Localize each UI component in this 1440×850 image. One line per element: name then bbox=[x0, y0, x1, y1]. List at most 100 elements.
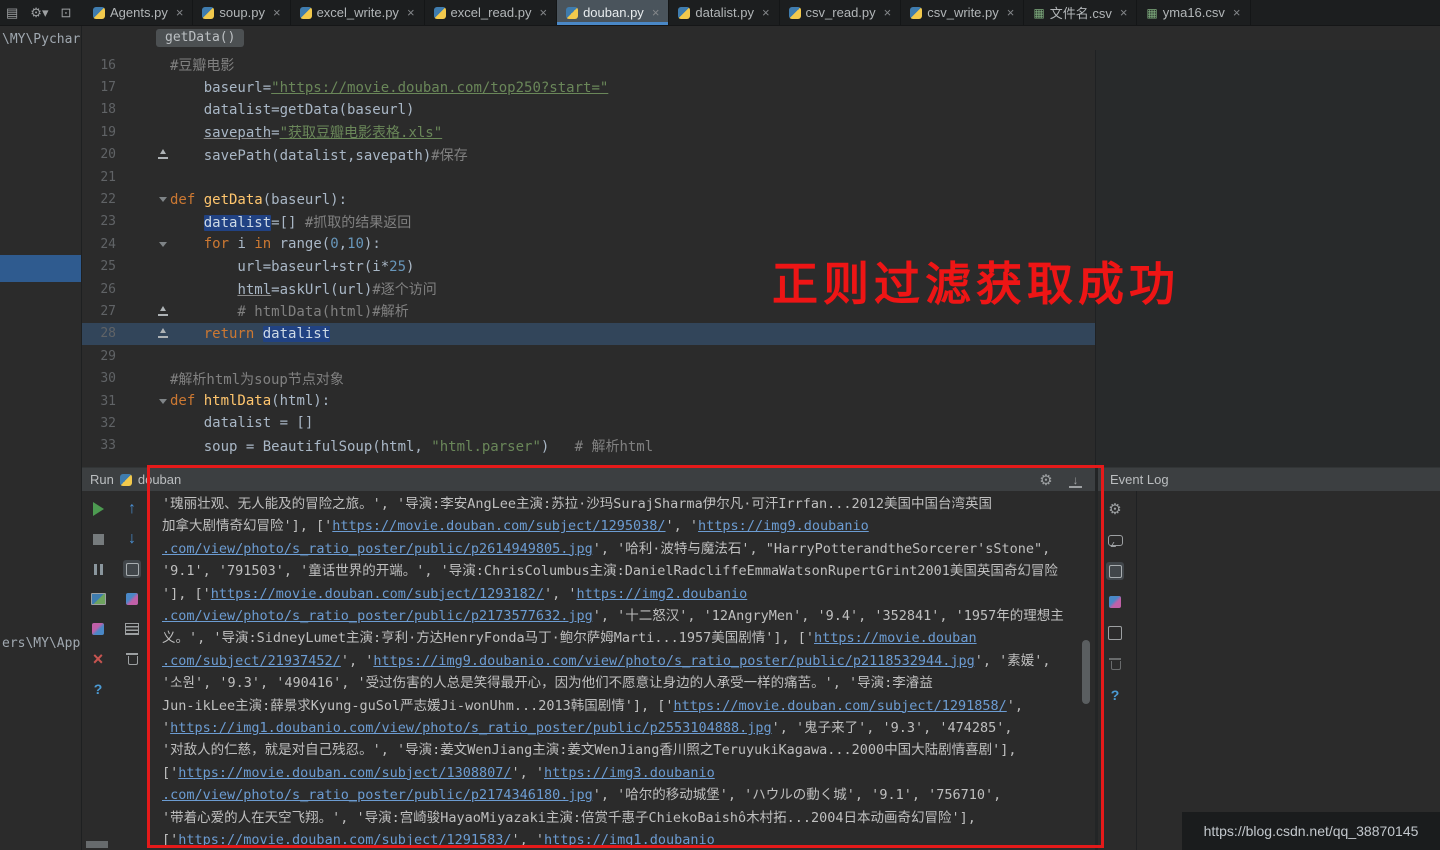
code-line-32[interactable]: 32 datalist = [] bbox=[82, 412, 1095, 434]
code-line-21[interactable]: 21 bbox=[82, 166, 1095, 188]
pause-output-button[interactable] bbox=[88, 559, 108, 579]
console-link[interactable]: .com/view/photo/s_ratio_poster/public/p2… bbox=[162, 608, 593, 624]
code-line-30[interactable]: 30 #解析html为soup节点对象 bbox=[82, 367, 1095, 389]
event-log-header[interactable]: Event Log bbox=[1095, 467, 1440, 491]
code-line-23[interactable]: 23 datalist=[] #抓取的结果返回 bbox=[82, 211, 1095, 233]
fold-arrow-icon[interactable] bbox=[159, 398, 167, 404]
close-tab-button[interactable]: × bbox=[88, 649, 108, 669]
tab-csv_read.py[interactable]: csv_read.py × bbox=[780, 0, 902, 25]
rerun-button[interactable] bbox=[88, 499, 108, 519]
event-log-title: Event Log bbox=[1110, 472, 1169, 487]
scroll-to-end-icon-shape: ↓ bbox=[1069, 473, 1082, 488]
tab-Agents.py[interactable]: Agents.py × bbox=[84, 0, 194, 25]
balloon-notifications-icon[interactable] bbox=[1105, 530, 1125, 550]
tab-excel_write.py[interactable]: excel_write.py × bbox=[291, 0, 425, 25]
tab-label: csv_read.py bbox=[805, 5, 876, 20]
tab-datalist.py[interactable]: datalist.py × bbox=[669, 0, 780, 25]
console-scrollbar[interactable] bbox=[1082, 640, 1090, 704]
restore-layout-button[interactable] bbox=[122, 559, 142, 579]
fold-arrow-icon[interactable] bbox=[159, 197, 167, 203]
split-editor-icon[interactable]: ⊡ bbox=[60, 5, 71, 21]
console-link[interactable]: https://movie.douban bbox=[814, 630, 977, 646]
console-link[interactable]: https://img3.doubanio bbox=[544, 765, 715, 781]
console-link[interactable]: .com/view/photo/s_ratio_poster/public/p2… bbox=[162, 787, 593, 803]
console-link[interactable]: https://movie.douban.com/subject/1308807… bbox=[178, 765, 511, 781]
tab-excel_read.py[interactable]: excel_read.py × bbox=[425, 0, 558, 25]
tab-yma16.csv[interactable]: ▦ yma16.csv × bbox=[1137, 0, 1251, 25]
console-link[interactable]: https://movie.douban.com/subject/1293182… bbox=[211, 586, 544, 602]
tab-close-icon[interactable]: × bbox=[884, 5, 892, 20]
tab-close-icon[interactable]: × bbox=[652, 5, 660, 20]
console-settings-gear-icon[interactable]: ⚙ bbox=[1037, 471, 1055, 489]
show-console-button[interactable] bbox=[88, 589, 108, 609]
expand-all-icon-shape bbox=[1106, 624, 1124, 642]
tab-close-icon[interactable]: × bbox=[176, 5, 184, 20]
console-link[interactable]: https://movie.douban.com/subject/1291858… bbox=[674, 698, 1007, 714]
soft-wrap-button[interactable] bbox=[122, 589, 142, 609]
console-link[interactable]: https://movie.douban.com/subject/1291583… bbox=[178, 832, 511, 848]
scroll-to-end-icon[interactable]: ↓ bbox=[1069, 472, 1082, 488]
console-link[interactable]: https://img2.doubanio bbox=[577, 586, 748, 602]
soft-wrap-icon[interactable] bbox=[1105, 592, 1125, 612]
fold-arrow-icon[interactable] bbox=[159, 241, 167, 247]
help-button[interactable]: ? bbox=[88, 679, 108, 699]
python-file-icon bbox=[299, 6, 312, 19]
tab-close-icon[interactable]: × bbox=[539, 5, 547, 20]
console-link[interactable]: .com/view/photo/s_ratio_poster/public/p2… bbox=[162, 541, 593, 557]
code-text: # htmlData(html)#解析 bbox=[170, 304, 409, 321]
code-line-29[interactable]: 29 bbox=[82, 345, 1095, 367]
stop-button[interactable] bbox=[88, 529, 108, 549]
tab-soup.py[interactable]: soup.py × bbox=[193, 0, 291, 25]
tab-close-icon[interactable]: × bbox=[1233, 5, 1241, 20]
tab-close-icon[interactable]: × bbox=[1120, 5, 1128, 20]
print-output-button[interactable] bbox=[122, 619, 142, 639]
tab-close-icon[interactable]: × bbox=[762, 5, 770, 20]
code-line-28[interactable]: 28 return datalist bbox=[82, 322, 1095, 346]
tab-close-icon[interactable]: × bbox=[407, 5, 415, 20]
console-link[interactable]: https://img9.doubanio bbox=[698, 518, 869, 534]
event-log-help-icon[interactable]: ? bbox=[1105, 685, 1125, 705]
console-link[interactable]: https://img9.doubanio.com/view/photo/s_r… bbox=[373, 653, 974, 669]
run-panel-title: Run bbox=[90, 472, 114, 487]
console-link[interactable]: https://movie.douban.com/subject/1295038… bbox=[332, 518, 665, 534]
project-panel[interactable]: \MY\Pychar ers\MY\App bbox=[0, 26, 82, 850]
console-text: ', ' bbox=[544, 585, 577, 602]
code-line-31[interactable]: 31 def htmlData(html): bbox=[82, 390, 1095, 412]
breadcrumb[interactable]: getData() bbox=[156, 29, 245, 47]
expand-all-icon[interactable] bbox=[1105, 623, 1125, 643]
console-link[interactable]: https://img1.doubanio.com/view/photo/s_r… bbox=[170, 720, 771, 736]
code-line-16[interactable]: 16 #豆瓣电影 bbox=[82, 54, 1095, 76]
tab-文件名.csv[interactable]: ▦ 文件名.csv × bbox=[1024, 0, 1138, 25]
tab-close-icon[interactable]: × bbox=[273, 5, 281, 20]
down-stack-trace-button-shape: ↓ bbox=[128, 530, 136, 547]
code-line-18[interactable]: 18 datalist=getData(baseurl) bbox=[82, 99, 1095, 121]
console-link[interactable]: https://img1.doubanio bbox=[544, 832, 715, 848]
tab-csv_write.py[interactable]: csv_write.py × bbox=[901, 0, 1025, 25]
code-line-19[interactable]: 19 savepath="获取豆瓣电影表格.xls" bbox=[82, 121, 1095, 143]
event-log-divider bbox=[1136, 491, 1137, 850]
code-text: def getData(baseurl): bbox=[170, 191, 348, 208]
down-stack-trace-button[interactable]: ↓ bbox=[122, 529, 142, 549]
console-text: '带着心爱的人在天空飞翔。', '导演:宫崎骏HayaoMiyazaki主演:倍… bbox=[162, 809, 976, 826]
restore-layout-icon[interactable] bbox=[1105, 561, 1125, 581]
console-output[interactable]: '瑰丽壮观、无人能及的冒险之旅。', '导演:李安AngLee主演:苏拉·沙玛S… bbox=[150, 491, 1095, 850]
view-mode-icon[interactable]: ▤ bbox=[6, 5, 18, 21]
up-stack-trace-button[interactable]: ↑ bbox=[122, 499, 142, 519]
settings-gear-icon[interactable]: ⚙▾ bbox=[30, 5, 48, 21]
project-selected-row[interactable] bbox=[0, 255, 81, 282]
console-text: ', '鬼子来了', '9.3', '474285', bbox=[771, 720, 1013, 737]
code-line-17[interactable]: 17 baseurl="https://movie.douban.com/top… bbox=[82, 76, 1095, 98]
event-log-settings-icon[interactable]: ⚙ bbox=[1105, 499, 1125, 519]
rerun-button-shape bbox=[92, 502, 104, 516]
code-line-33[interactable]: 33 soup = BeautifulSoup(html, "html.pars… bbox=[82, 435, 1095, 457]
tab-douban.py[interactable]: douban.py × bbox=[557, 0, 670, 25]
console-line: '带着心爱的人在天空飞翔。', '导演:宫崎骏HayaoMiyazaki主演:倍… bbox=[162, 807, 1087, 829]
tab-close-icon[interactable]: × bbox=[1007, 5, 1015, 20]
clear-log-icon[interactable] bbox=[1105, 654, 1125, 674]
console-link[interactable]: .com/subject/21937452/ bbox=[162, 653, 341, 669]
gutter-marker bbox=[156, 328, 170, 339]
attach-profiler-button[interactable] bbox=[88, 619, 108, 639]
clear-console-button[interactable] bbox=[122, 649, 142, 669]
code-line-20[interactable]: 20 savePath(datalist,savepath)#保存 bbox=[82, 144, 1095, 166]
code-line-22[interactable]: 22 def getData(baseurl): bbox=[82, 188, 1095, 210]
